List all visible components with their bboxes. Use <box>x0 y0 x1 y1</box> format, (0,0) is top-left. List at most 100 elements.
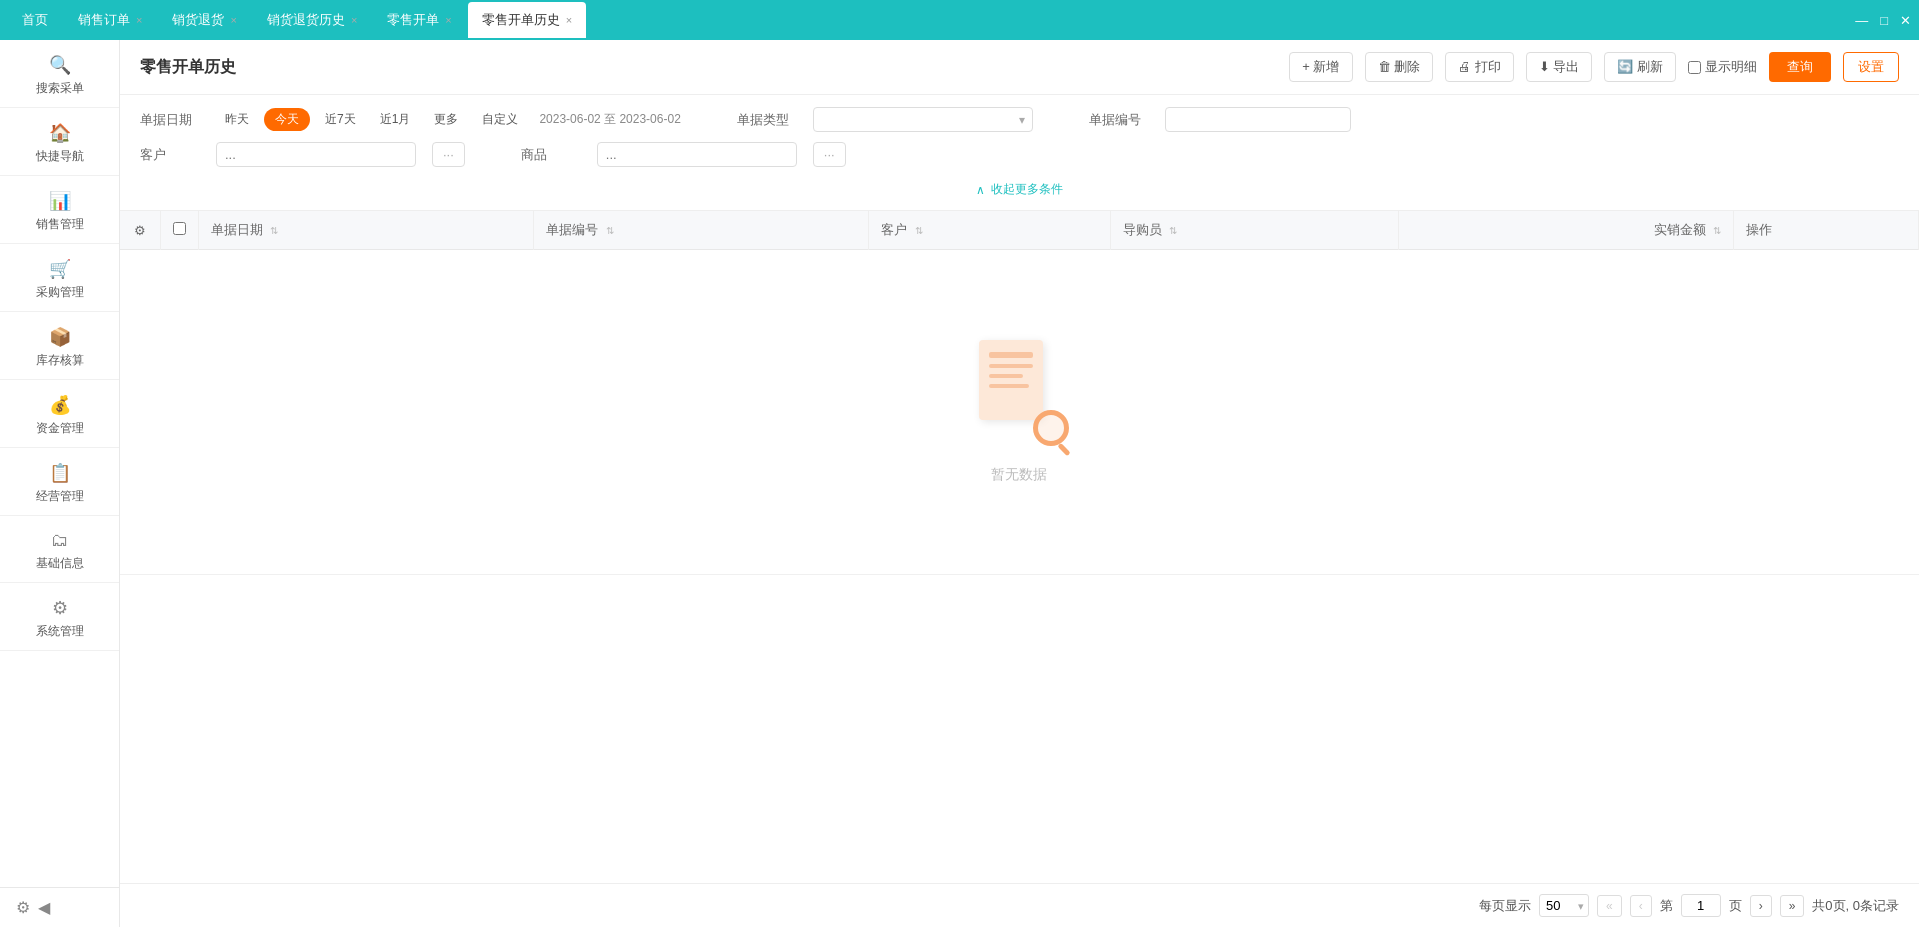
col-customer[interactable]: 客户 ⇅ <box>869 211 1110 250</box>
sidebar-item-sales[interactable]: 📊 销售管理 <box>0 176 119 244</box>
show-detail-checkbox[interactable] <box>1688 61 1701 74</box>
sidebar-label-finance: 资金管理 <box>36 420 84 437</box>
per-page-select[interactable]: 50 10 20 100 <box>1539 894 1589 917</box>
customer-ellipsis[interactable]: ··· <box>432 142 465 167</box>
print-button[interactable]: 🖨 打印 <box>1445 52 1514 82</box>
customer-input[interactable] <box>216 142 416 167</box>
sidebar-icon-sales: 📊 <box>49 190 71 212</box>
col-date[interactable]: 单据日期 ⇅ <box>198 211 533 250</box>
goods-input[interactable] <box>597 142 797 167</box>
empty-illustration <box>969 340 1069 450</box>
next-page-btn[interactable]: › <box>1750 895 1772 917</box>
maximize-btn[interactable]: □ <box>1880 13 1888 28</box>
sidebar-label-basic: 基础信息 <box>36 555 84 572</box>
sort-number-icon: ⇅ <box>606 225 614 236</box>
sidebar-icon-inventory: 📦 <box>49 326 71 348</box>
col-settings[interactable]: ⚙ <box>120 211 160 250</box>
empty-state: 暂无数据 <box>132 260 1907 564</box>
filter-area: 单据日期 昨天 今天 近7天 近1月 更多 自定义 2023-06-02 至 2… <box>120 95 1919 211</box>
page-title: 零售开单历史 <box>140 57 236 78</box>
tab-close-sales-order[interactable]: × <box>136 14 142 26</box>
query-button[interactable]: 查询 <box>1769 52 1831 82</box>
page-header: 零售开单历史 + 新增 🗑 删除 🖨 打印 ⬇ 导出 🔄 刷新 显示明细 查询 … <box>120 40 1919 95</box>
page-word-prefix: 第 <box>1660 897 1673 915</box>
sidebar-item-search[interactable]: 🔍 搜索采单 <box>0 40 119 108</box>
refresh-button[interactable]: 🔄 刷新 <box>1604 52 1676 82</box>
tab-close-retail-open[interactable]: × <box>445 14 451 26</box>
col-salesperson[interactable]: 导购员 ⇅ <box>1110 211 1398 250</box>
sidebar-item-purchase[interactable]: 🛒 采购管理 <box>0 244 119 312</box>
per-page-label: 每页显示 <box>1479 897 1531 915</box>
sidebar-icon-finance: 💰 <box>49 394 71 416</box>
sidebar-item-nav[interactable]: 🏠 快捷导航 <box>0 108 119 176</box>
sidebar-label-system: 系统管理 <box>36 623 84 640</box>
col-checkbox <box>160 211 198 250</box>
tab-retail-open-history[interactable]: 零售开单历史 × <box>468 2 586 38</box>
col-number[interactable]: 单据编号 ⇅ <box>533 211 868 250</box>
window-controls: — □ ✕ <box>1855 13 1911 28</box>
col-amount[interactable]: 实销金额 ⇅ <box>1398 211 1733 250</box>
tab-home[interactable]: 首页 <box>8 2 62 38</box>
tab-close-retail-open-history[interactable]: × <box>566 14 572 26</box>
total-text: 共0页, 0条记录 <box>1812 897 1899 915</box>
last-page-btn[interactable]: » <box>1780 895 1805 917</box>
export-button[interactable]: ⬇ 导出 <box>1526 52 1593 82</box>
add-button[interactable]: + 新增 <box>1289 52 1352 82</box>
page-word: 页 <box>1729 897 1742 915</box>
tab-sales-order[interactable]: 销售订单 × <box>64 2 156 38</box>
type-select-wrapper <box>813 107 1033 132</box>
date-7days[interactable]: 近7天 <box>316 108 365 131</box>
sort-salesperson-icon: ⇅ <box>1169 225 1177 236</box>
date-1month[interactable]: 近1月 <box>371 108 420 131</box>
tab-close-sales-return[interactable]: × <box>230 14 236 26</box>
type-select[interactable] <box>813 107 1033 132</box>
magnify-handle <box>1058 443 1071 456</box>
number-input[interactable] <box>1165 107 1351 132</box>
page-input[interactable] <box>1681 894 1721 917</box>
date-today[interactable]: 今天 <box>264 108 310 131</box>
collapse-bar[interactable]: ∧ 收起更多条件 <box>140 177 1899 198</box>
settings-icon[interactable]: ⚙ <box>16 898 30 917</box>
sidebar-item-basic[interactable]: 🗂 基础信息 <box>0 516 119 583</box>
table-body: 暂无数据 <box>120 250 1919 575</box>
collapse-icon: ∧ <box>976 183 985 197</box>
select-all-checkbox[interactable] <box>173 222 186 235</box>
first-page-btn[interactable]: « <box>1597 895 1622 917</box>
sort-date-icon: ⇅ <box>270 225 278 236</box>
date-yesterday[interactable]: 昨天 <box>216 108 258 131</box>
sidebar-item-finance[interactable]: 💰 资金管理 <box>0 380 119 448</box>
sidebar-icon-basic: 🗂 <box>51 530 69 551</box>
tab-retail-open[interactable]: 零售开单 × <box>373 2 465 38</box>
sidebar: 🔍 搜索采单 🏠 快捷导航 📊 销售管理 🛒 采购管理 📦 库存核算 💰 资金管… <box>0 40 120 927</box>
sidebar-label-operations: 经营管理 <box>36 488 84 505</box>
tab-label: 零售开单 <box>387 11 439 29</box>
sidebar-item-operations[interactable]: 📋 经营管理 <box>0 448 119 516</box>
date-more[interactable]: 更多 <box>425 108 467 131</box>
setting-button[interactable]: 设置 <box>1843 52 1899 82</box>
tab-close-sales-return-history[interactable]: × <box>351 14 357 26</box>
sort-amount-icon: ⇅ <box>1713 225 1721 236</box>
sidebar-label-purchase: 采购管理 <box>36 284 84 301</box>
empty-row: 暂无数据 <box>120 250 1919 575</box>
prev-page-btn[interactable]: ‹ <box>1630 895 1652 917</box>
tab-sales-return-history[interactable]: 销货退货历史× <box>253 2 371 38</box>
table-header-row: ⚙ 单据日期 ⇅ 单据编号 ⇅ 客户 <box>120 211 1919 250</box>
minimize-btn[interactable]: — <box>1855 13 1868 28</box>
col-actions: 操作 <box>1734 211 1919 250</box>
sidebar-icon-operations: 📋 <box>49 462 71 484</box>
sidebar-item-system[interactable]: ⚙ 系统管理 <box>0 583 119 651</box>
date-custom[interactable]: 自定义 <box>473 108 527 131</box>
close-btn[interactable]: ✕ <box>1900 13 1911 28</box>
sidebar-icon-search: 🔍 <box>49 54 71 76</box>
delete-button[interactable]: 🗑 删除 <box>1365 52 1434 82</box>
sidebar-item-inventory[interactable]: 📦 库存核算 <box>0 312 119 380</box>
collapse-icon[interactable]: ◀ <box>38 898 50 917</box>
tab-sales-return[interactable]: 销货退货× <box>158 2 250 38</box>
tab-label: 销售订单 <box>78 11 130 29</box>
sidebar-label-search: 搜索采单 <box>36 80 84 97</box>
goods-ellipsis[interactable]: ··· <box>813 142 846 167</box>
sort-customer-icon: ⇅ <box>915 225 923 236</box>
tab-label: 零售开单历史 <box>482 11 560 29</box>
collapse-label: 收起更多条件 <box>991 181 1063 198</box>
sidebar-label-nav: 快捷导航 <box>36 148 84 165</box>
